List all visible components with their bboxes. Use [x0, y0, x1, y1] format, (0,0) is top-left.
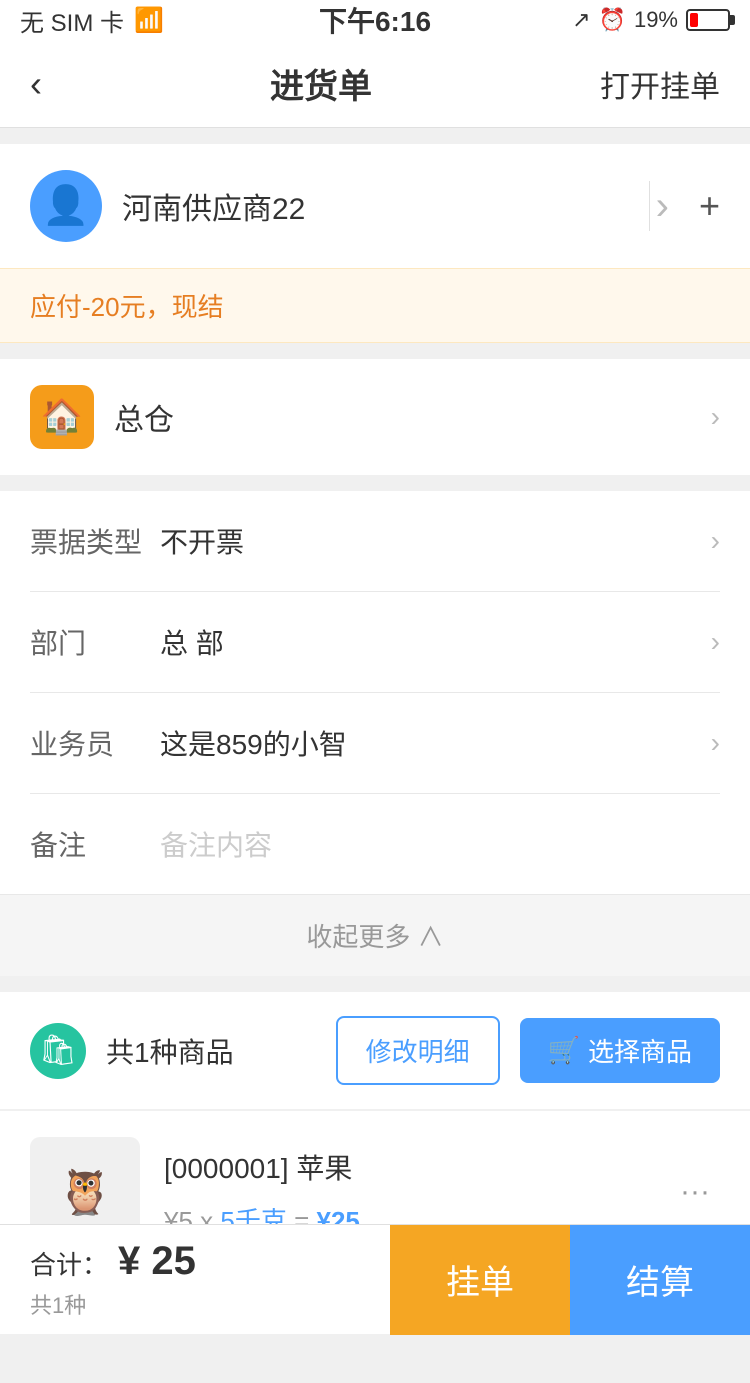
battery-icon — [686, 9, 730, 31]
open-pending-button[interactable]: 打开挂单 — [600, 62, 720, 106]
time-label: 下午6:16 — [319, 0, 431, 40]
total-section: 合计： ¥ 25 共1种 — [0, 1239, 390, 1320]
select-goods-label: 选择商品 — [588, 1032, 692, 1069]
dept-row[interactable]: 部门 总 部 › — [0, 592, 750, 692]
wifi-icon: 📶 — [134, 6, 164, 35]
alarm-icon: ⏰ — [599, 7, 626, 33]
carrier-label: 无 SIM 卡 — [20, 3, 124, 38]
invoice-row[interactable]: 票据类型 不开票 › — [0, 491, 750, 591]
notice-text: 应付-20元，现结 — [30, 292, 224, 322]
supplier-avatar: 👤 — [30, 170, 102, 242]
supplier-avatar-icon: 👤 — [42, 184, 89, 228]
staff-row[interactable]: 业务员 这是859的小智 › — [0, 693, 750, 793]
dept-label: 部门 — [30, 622, 160, 662]
supplier-arrow[interactable] — [656, 184, 669, 229]
status-bar: 无 SIM 卡 📶 下午6:16 ↗ ⏰ 19% — [0, 0, 750, 40]
staff-label: 业务员 — [30, 723, 160, 763]
products-count: 共1种商品 — [106, 1031, 316, 1071]
pending-button[interactable]: 挂单 — [390, 1225, 570, 1335]
invoice-label: 票据类型 — [30, 521, 160, 561]
staff-arrow: › — [711, 727, 720, 759]
notice-bar: 应付-20元，现结 — [0, 268, 750, 343]
product-title: 苹果 — [296, 1153, 352, 1184]
divider-3 — [0, 475, 750, 491]
shopping-bag-icon: 🛍 — [39, 1033, 77, 1068]
dept-arrow: › — [711, 626, 720, 658]
total-count: 共1种 — [30, 1288, 360, 1320]
supplier-name: 河南供应商22 — [122, 184, 656, 228]
form-section: 票据类型 不开票 › 部门 总 部 › 业务员 这是859的小智 › 备注 备注… — [0, 491, 750, 894]
checkout-button[interactable]: 结算 — [570, 1225, 750, 1335]
collapse-bar[interactable]: 收起更多 ∧ — [0, 894, 750, 976]
product-name: [0000001] 苹果 — [164, 1147, 670, 1187]
remark-input[interactable]: 备注内容 — [160, 824, 720, 864]
product-code: [0000001] — [164, 1153, 289, 1184]
location-icon: ↗ — [572, 7, 590, 33]
top-divider — [0, 128, 750, 144]
product-thumb-icon: 🦉 — [58, 1166, 113, 1218]
select-goods-button[interactable]: 🛒 选择商品 — [520, 1018, 720, 1083]
collapse-label: 收起更多 ∧ — [306, 922, 443, 952]
total-amount: ¥ 25 — [118, 1239, 196, 1284]
nav-bar: ‹ 进货单 打开挂单 — [0, 40, 750, 128]
remark-label: 备注 — [30, 824, 160, 864]
warehouse-section[interactable]: 🏠 总仓 › — [0, 359, 750, 475]
invoice-arrow: › — [711, 525, 720, 557]
supplier-section: 👤 河南供应商22 + — [0, 144, 750, 268]
back-button[interactable]: ‹ — [30, 63, 42, 105]
product-more-button[interactable]: ··· — [670, 1165, 720, 1219]
warehouse-icon: 🏠 — [30, 385, 94, 449]
remark-row[interactable]: 备注 备注内容 — [0, 794, 750, 894]
dept-value: 总 部 — [160, 622, 711, 662]
add-supplier-button[interactable]: + — [669, 185, 720, 227]
divider-2 — [0, 343, 750, 359]
products-icon: 🛍 — [30, 1023, 86, 1079]
select-goods-icon: 🛒 — [548, 1035, 580, 1066]
warehouse-arrow: › — [711, 401, 720, 433]
products-header: 🛍 共1种商品 修改明细 🛒 选择商品 — [0, 992, 750, 1109]
vertical-divider — [649, 181, 650, 231]
edit-detail-button[interactable]: 修改明细 — [336, 1016, 500, 1085]
invoice-value: 不开票 — [160, 521, 711, 561]
warehouse-name: 总仓 — [114, 395, 711, 439]
battery-percent: 19% — [634, 7, 678, 33]
staff-value: 这是859的小智 — [160, 723, 711, 763]
bottom-bar: 合计： ¥ 25 共1种 挂单 结算 — [0, 1224, 750, 1334]
page-title: 进货单 — [270, 59, 372, 108]
total-label-text: 合计： — [30, 1245, 108, 1282]
